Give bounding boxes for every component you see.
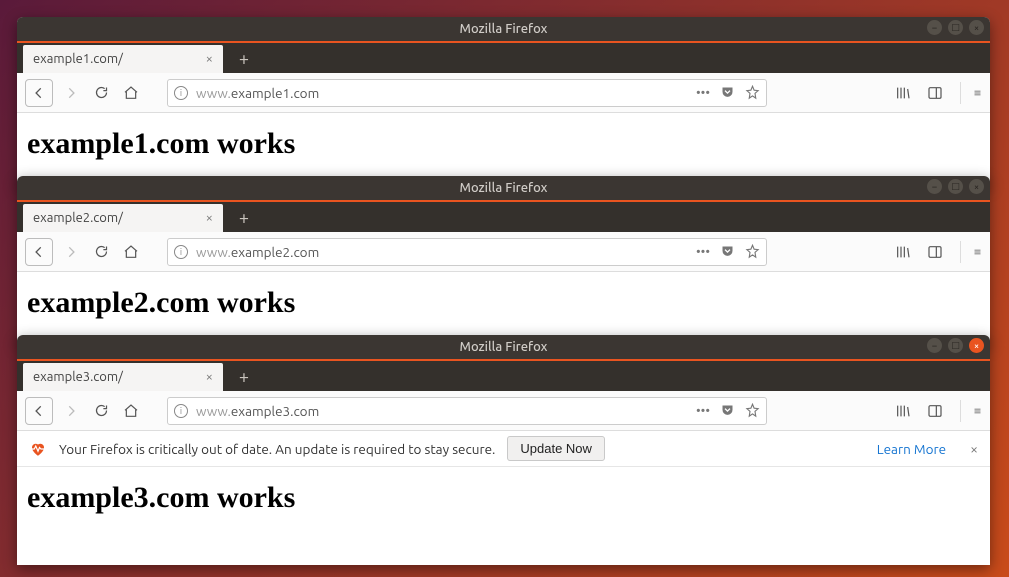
library-icon[interactable] [892,400,914,422]
tab-bar: example1.com/ × + [17,41,990,73]
address-bar[interactable]: i www.example1.com ••• [167,79,767,107]
nav-toolbar: i www.example1.com ••• [17,73,990,113]
new-tab-button[interactable]: + [229,363,259,391]
page-heading: example2.com works [27,286,980,320]
site-info-icon[interactable]: i [174,245,188,259]
tab-label: example2.com/ [33,211,123,225]
close-tab-icon[interactable]: × [206,211,213,225]
tab-label: example1.com/ [33,52,123,66]
page-heading: example3.com works [27,481,980,515]
url-text: www.example3.com [196,403,688,419]
close-window-button[interactable]: × [969,338,984,353]
back-button[interactable] [25,397,53,425]
url-text: www.example1.com [196,85,688,101]
reload-button[interactable] [89,399,113,423]
update-notification-bar: Your Firefox is critically out of date. … [17,431,990,467]
maximize-button[interactable]: □ [948,179,963,194]
close-tab-icon[interactable]: × [206,370,213,384]
library-icon[interactable] [892,82,914,104]
dismiss-notification-icon[interactable]: × [970,441,978,457]
home-button[interactable] [119,81,143,105]
learn-more-link[interactable]: Learn More [877,441,946,457]
page-content: example1.com works [17,113,990,185]
sidebar-icon[interactable] [924,400,946,422]
maximize-button[interactable]: □ [948,338,963,353]
bookmark-star-icon[interactable] [745,85,760,100]
page-content: example2.com works [17,272,990,344]
forward-button[interactable] [59,240,83,264]
nav-toolbar: i www.example2.com ••• [17,232,990,272]
heartbeat-icon [29,440,47,458]
url-text: www.example2.com [196,244,688,260]
titlebar: Mozilla Firefox – □ × [17,176,990,200]
update-now-button[interactable]: Update Now [507,436,605,461]
minimize-button[interactable]: – [927,338,942,353]
tab-label: example3.com/ [33,370,123,384]
forward-button[interactable] [59,81,83,105]
library-icon[interactable] [892,241,914,263]
page-heading: example1.com works [27,127,980,161]
new-tab-button[interactable]: + [229,204,259,232]
home-button[interactable] [119,399,143,423]
site-info-icon[interactable]: i [174,404,188,418]
window-title: Mozilla Firefox [460,181,548,195]
page-content: example3.com works [17,467,990,565]
home-button[interactable] [119,240,143,264]
reload-button[interactable] [89,240,113,264]
minimize-button[interactable]: – [927,20,942,35]
pocket-icon[interactable] [720,244,735,259]
forward-button[interactable] [59,399,83,423]
bookmark-star-icon[interactable] [745,244,760,259]
tab-bar: example2.com/ × + [17,200,990,232]
hamburger-menu-icon[interactable] [960,400,982,422]
window-title: Mozilla Firefox [460,22,548,36]
minimize-button[interactable]: – [927,179,942,194]
site-info-icon[interactable]: i [174,86,188,100]
sidebar-icon[interactable] [924,241,946,263]
address-bar[interactable]: i www.example2.com ••• [167,238,767,266]
close-window-button[interactable]: × [969,179,984,194]
page-actions-icon[interactable]: ••• [696,404,710,418]
back-button[interactable] [25,238,53,266]
reload-button[interactable] [89,81,113,105]
browser-tab[interactable]: example1.com/ × [23,45,223,73]
browser-tab[interactable]: example3.com/ × [23,363,223,391]
address-bar[interactable]: i www.example3.com ••• [167,397,767,425]
close-tab-icon[interactable]: × [206,52,213,66]
back-button[interactable] [25,79,53,107]
titlebar: Mozilla Firefox – □ × [17,17,990,41]
tab-bar: example3.com/ × + [17,359,990,391]
page-actions-icon[interactable]: ••• [696,86,710,100]
bookmark-star-icon[interactable] [745,403,760,418]
window-title: Mozilla Firefox [460,340,548,354]
new-tab-button[interactable]: + [229,45,259,73]
titlebar: Mozilla Firefox – □ × [17,335,990,359]
close-window-button[interactable]: × [969,20,984,35]
pocket-icon[interactable] [720,85,735,100]
hamburger-menu-icon[interactable] [960,82,982,104]
maximize-button[interactable]: □ [948,20,963,35]
browser-tab[interactable]: example2.com/ × [23,204,223,232]
hamburger-menu-icon[interactable] [960,241,982,263]
update-message: Your Firefox is critically out of date. … [59,441,495,457]
sidebar-icon[interactable] [924,82,946,104]
pocket-icon[interactable] [720,403,735,418]
page-actions-icon[interactable]: ••• [696,245,710,259]
nav-toolbar: i www.example3.com ••• [17,391,990,431]
